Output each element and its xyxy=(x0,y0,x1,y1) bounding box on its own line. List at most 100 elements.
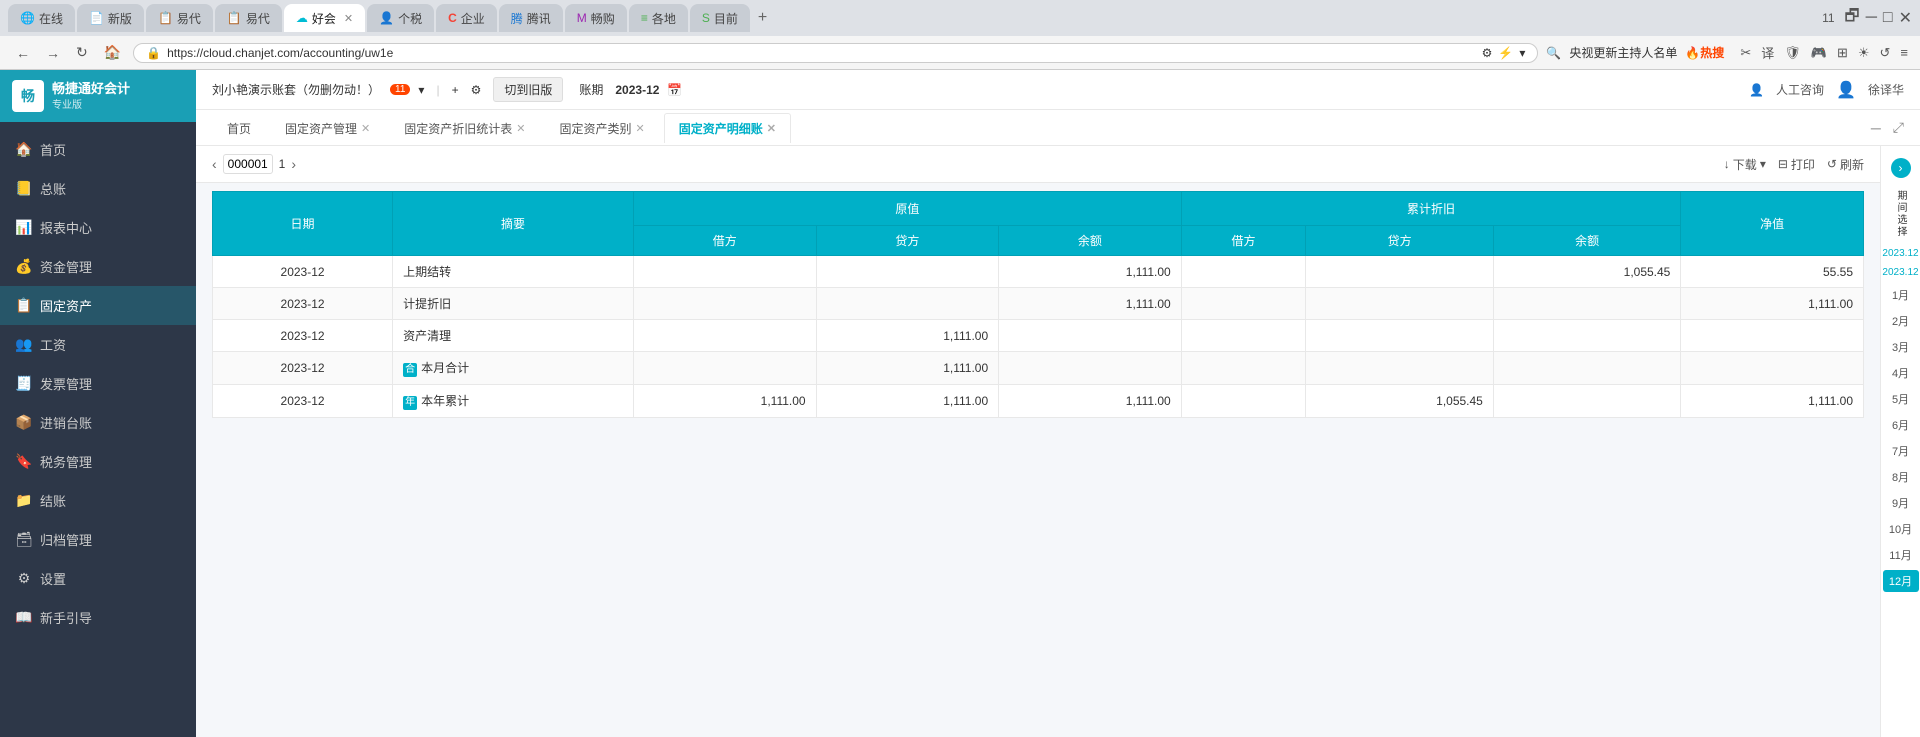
badge-count[interactable]: 11 xyxy=(1822,11,1834,25)
sidebar-item-tax[interactable]: 🔖 税务管理 xyxy=(0,442,196,481)
guide-icon: 📖 xyxy=(16,610,32,626)
cell-accum-debit xyxy=(1181,288,1306,320)
tab-asset-category[interactable]: 固定资产类别 ✕ xyxy=(544,113,659,143)
month-9[interactable]: 9月 xyxy=(1883,492,1919,514)
tab-label: 固定资产明细账 xyxy=(679,120,763,137)
period-select-label: 期间选择 xyxy=(1893,186,1908,242)
window-minimize-icon[interactable]: ─ xyxy=(1871,120,1881,136)
collapse-button[interactable]: › xyxy=(1891,158,1911,178)
sidebar-item-fixed-assets[interactable]: 📋 固定资产 xyxy=(0,286,196,325)
browser-tab-online[interactable]: 🌐 在线 xyxy=(8,4,75,32)
tab-asset-detail[interactable]: 固定资产明细账 ✕ xyxy=(664,113,791,143)
cell-net-value xyxy=(1681,352,1864,385)
shield-icon[interactable]: 🛡 xyxy=(1784,45,1801,61)
url-box[interactable]: 🔒 https://cloud.chanjet.com/accounting/u… xyxy=(133,43,1538,63)
browser-tab-qiye[interactable]: C 企业 xyxy=(436,4,497,32)
undo-icon[interactable]: ↺ xyxy=(1880,45,1891,61)
month-4[interactable]: 4月 xyxy=(1883,362,1919,384)
nav-item-label: 报表中心 xyxy=(40,218,92,237)
month-3[interactable]: 3月 xyxy=(1883,336,1919,358)
sidebar-item-funds[interactable]: 💰 资金管理 xyxy=(0,247,196,286)
help-label[interactable]: 人工咨询 xyxy=(1776,81,1824,98)
download-button[interactable]: ↓ 下载 ▾ xyxy=(1724,156,1766,173)
refresh-button[interactable]: ↻ xyxy=(72,42,92,63)
sidebar-item-general-ledger[interactable]: 📒 总账 xyxy=(0,169,196,208)
close-tab-icon[interactable]: ✕ xyxy=(767,122,776,135)
month-7[interactable]: 7月 xyxy=(1883,440,1919,462)
grid-icon[interactable]: ⊞ xyxy=(1837,45,1848,61)
sidebar-item-reports[interactable]: 📊 报表中心 xyxy=(0,208,196,247)
switch-version-button[interactable]: 切到旧版 xyxy=(493,77,563,102)
content-toolbar: ‹ 1 › ↓ 下载 ▾ ⊟ 打印 xyxy=(196,146,1880,183)
browser-tab-muqian[interactable]: S 目前 xyxy=(690,4,750,32)
close-tab-icon[interactable]: ✕ xyxy=(516,122,525,135)
scissors-icon[interactable]: ✂ xyxy=(1740,45,1751,61)
calendar-icon[interactable]: 📅 xyxy=(667,83,682,97)
month-6[interactable]: 6月 xyxy=(1883,414,1919,436)
close-window-button[interactable]: ✕ xyxy=(1899,8,1912,28)
sidebar-item-archive[interactable]: 🗃 归档管理 xyxy=(0,520,196,559)
month-8[interactable]: 8月 xyxy=(1883,466,1919,488)
restore-button[interactable]: 🗗 xyxy=(1845,5,1860,32)
tab-depreciation-stats[interactable]: 固定资产折旧统计表 ✕ xyxy=(389,113,540,143)
forward-button[interactable]: → xyxy=(42,43,64,63)
close-tab-icon[interactable]: ✕ xyxy=(636,122,645,135)
cell-orig-balance: 1,111.00 xyxy=(999,288,1182,320)
cell-accum-balance xyxy=(1493,352,1681,385)
close-tab-icon[interactable]: ✕ xyxy=(361,122,370,135)
browser-tab-haokuai[interactable]: ☁ 好会 ✕ xyxy=(284,4,365,32)
cell-summary: 上期结转 xyxy=(393,256,634,288)
browser-tab-yidai2[interactable]: 📋 易代 xyxy=(215,4,282,32)
browser-tab-tengxun[interactable]: 腾 腾讯 xyxy=(499,4,563,32)
month-12[interactable]: 12月 xyxy=(1883,570,1919,592)
month-10[interactable]: 10月 xyxy=(1883,518,1919,540)
dropdown-arrow[interactable]: ▾ xyxy=(418,83,424,97)
search-text: 央视更新主持人名单 xyxy=(1569,44,1677,61)
sidebar-item-guide[interactable]: 📖 新手引导 xyxy=(0,598,196,637)
browser-tab-changou[interactable]: M 畅购 xyxy=(565,4,627,32)
tab-fixed-assets-management[interactable]: 固定资产管理 ✕ xyxy=(270,113,385,143)
minimize-button[interactable]: ─ xyxy=(1866,9,1877,27)
sidebar-item-invoices[interactable]: 🧾 发票管理 xyxy=(0,364,196,403)
tab-home[interactable]: 首页 xyxy=(212,113,266,143)
lock-icon: 🔒 xyxy=(146,46,161,60)
month-11[interactable]: 11月 xyxy=(1883,544,1919,566)
cell-accum-credit xyxy=(1306,256,1494,288)
month-1[interactable]: 1月 xyxy=(1883,284,1919,306)
sidebar-item-payroll[interactable]: 👥 工资 xyxy=(0,325,196,364)
tab-label: 腾讯 xyxy=(527,10,551,27)
col-net-value: 净值 xyxy=(1681,192,1864,256)
window-expand-icon[interactable]: ⤢ xyxy=(1893,119,1904,136)
gamepad-icon[interactable]: 🎮 xyxy=(1811,45,1827,61)
browser-tab-gedi[interactable]: ≡ 各地 xyxy=(629,4,688,32)
back-button[interactable]: ← xyxy=(12,43,34,63)
settings-button[interactable]: ⚙ xyxy=(471,83,482,97)
table-row: 2023-12 合本月合计 1,111.00 xyxy=(213,352,1864,385)
sidebar-item-close[interactable]: 📁 结账 xyxy=(0,481,196,520)
home-button[interactable]: 🏠 xyxy=(100,42,125,63)
close-icon[interactable]: ✕ xyxy=(344,12,353,25)
maximize-button[interactable]: □ xyxy=(1883,9,1893,27)
sidebar-item-home[interactable]: 🏠 首页 xyxy=(0,130,196,169)
cell-date: 2023-12 xyxy=(213,352,393,385)
next-page-button[interactable]: › xyxy=(291,156,296,172)
add-tab-button[interactable]: + xyxy=(752,9,773,27)
browser-tab-yidai1[interactable]: 📋 易代 xyxy=(146,4,213,32)
prev-page-button[interactable]: ‹ xyxy=(212,156,217,172)
sidebar-item-inventory[interactable]: 📦 进销台账 xyxy=(0,403,196,442)
refresh-button[interactable]: ↺ 刷新 xyxy=(1827,156,1864,173)
download-label: 下载 xyxy=(1733,156,1757,173)
browser-tab-geshui[interactable]: 👤 个税 xyxy=(367,4,434,32)
sidebar-item-settings[interactable]: ⚙ 设置 xyxy=(0,559,196,598)
brightness-icon[interactable]: ☀ xyxy=(1858,45,1870,61)
month-5[interactable]: 5月 xyxy=(1883,388,1919,410)
cell-orig-credit xyxy=(816,256,999,288)
month-2[interactable]: 2月 xyxy=(1883,310,1919,332)
print-button[interactable]: ⊟ 打印 xyxy=(1778,156,1815,173)
page-input[interactable] xyxy=(223,154,273,174)
browser-tab-new[interactable]: 📄 新版 xyxy=(77,4,144,32)
summary-icon: 合 xyxy=(403,363,417,377)
translate-icon[interactable]: 译 xyxy=(1761,43,1774,62)
menu-icon[interactable]: ≡ xyxy=(1900,45,1908,60)
add-button[interactable]: + xyxy=(452,83,459,97)
